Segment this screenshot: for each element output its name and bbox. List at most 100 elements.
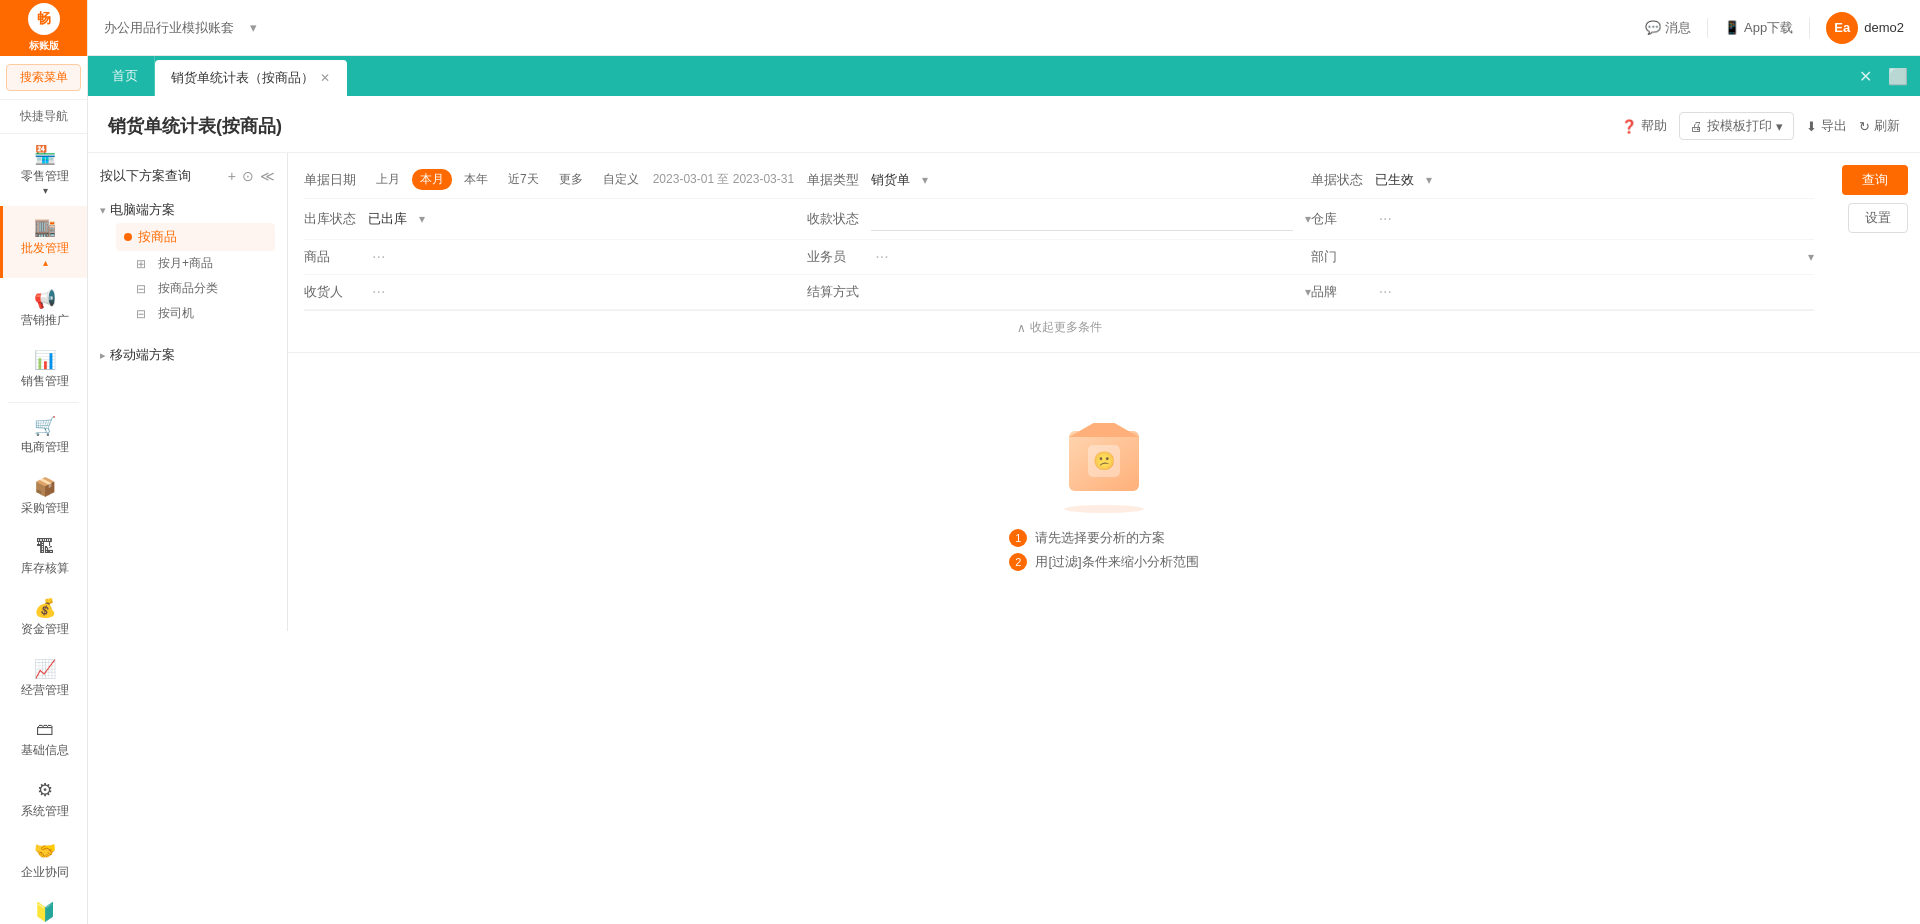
step-1-text: 请先选择要分析的方案	[1035, 529, 1165, 547]
sidebar-item-marketing[interactable]: 📢 营销推广	[0, 278, 87, 339]
app-download-button[interactable]: 📱 App下载	[1724, 19, 1793, 37]
scheme-item-by-product[interactable]: 按商品	[116, 223, 275, 251]
query-actions: 查询 设置	[1830, 153, 1920, 352]
list-icon: ⊟	[136, 282, 152, 296]
outstatus-label: 出库状态	[304, 210, 360, 228]
brand-label: 品牌	[1311, 283, 1367, 301]
outstatus-value: 已出库	[368, 210, 407, 228]
sidebar-item-finance[interactable]: 💰 资金管理	[0, 587, 87, 648]
salesperson-more-icon[interactable]: ···	[871, 248, 892, 266]
sidebar-item-enterprise[interactable]: 🤝 企业协同	[0, 830, 87, 891]
nav-divider	[8, 402, 79, 403]
doctype-filter-label: 单据类型	[807, 171, 863, 189]
scheme-item-by-category[interactable]: ⊟ 按商品分类	[116, 276, 275, 301]
help-button[interactable]: ❓ 帮助	[1621, 117, 1667, 135]
home-label: 首页	[112, 67, 138, 85]
sidebar-item-operations[interactable]: 📈 经营管理	[0, 648, 87, 709]
doctype-dropdown-icon[interactable]: ▾	[922, 173, 928, 187]
sidebar-item-system-label: 系统管理	[21, 803, 69, 820]
tab-close-icon[interactable]: ✕	[320, 71, 330, 85]
empty-state: 😕 1	[288, 353, 1920, 631]
docstatus-dropdown-icon[interactable]: ▾	[1426, 173, 1432, 187]
date-filter: 上月 本月 本年 近7天 更多 自定义 2023-03-01 至 2023-03…	[368, 169, 807, 190]
enterprise-icon: 🤝	[34, 840, 56, 862]
search-menu-section: 搜索菜单	[0, 56, 87, 100]
this-year-btn[interactable]: 本年	[456, 169, 496, 190]
search-menu-button[interactable]: 搜索菜单	[6, 64, 81, 91]
user-avatar: Ea	[1826, 12, 1858, 44]
department-dropdown-icon[interactable]: ▾	[1808, 250, 1814, 264]
print-button[interactable]: 🖨 按模板打印 ▾	[1679, 112, 1794, 140]
sidebar-item-purchase-label: 采购管理	[21, 500, 69, 517]
brand-more-icon[interactable]: ···	[1375, 283, 1396, 301]
settings-button[interactable]: 设置	[1848, 203, 1908, 233]
warehouse-more-icon[interactable]: ···	[1375, 210, 1396, 228]
mobile-scheme-category: ▸ 移动端方案	[88, 338, 287, 372]
system-icon: ⚙	[37, 779, 53, 801]
operations-icon: 📈	[34, 658, 56, 680]
topbar-dropdown-icon[interactable]: ▾	[250, 20, 257, 35]
message-icon: 💬	[1645, 20, 1661, 35]
sidebar-nav: 🏪 零售管理 ▾ 🏬 批发管理 ▴ 📢 营销推广 📊 销售管理 🛒 电商管理 📦…	[0, 134, 87, 924]
more-btn[interactable]: 更多	[551, 169, 591, 190]
ecommerce-icon: 🛒	[34, 415, 56, 437]
sidebar-item-retail-label: 零售管理	[21, 168, 69, 185]
last-7-days-btn[interactable]: 近7天	[500, 169, 547, 190]
desktop-scheme-header[interactable]: ▾ 电脑端方案	[100, 197, 275, 223]
scheme-collapse-icon[interactable]: ≪	[260, 168, 275, 184]
scheme-item-by-month-product[interactable]: ⊞ 按月+商品	[116, 251, 275, 276]
last-month-btn[interactable]: 上月	[368, 169, 408, 190]
filter-doctype-cell: 单据类型 销货单 ▾	[807, 171, 1310, 189]
sidebar: 畅 标账版 搜索菜单 快捷导航 🏪 零售管理 ▾ 🏬 批发管理 ▴ 📢 营销推广…	[0, 0, 88, 924]
sidebar-item-wholesale-label: 批发管理	[21, 240, 69, 257]
sidebar-item-guide[interactable]: 🔰 新手引导	[0, 891, 87, 924]
sidebar-item-inventory[interactable]: 🏗 库存核算	[0, 527, 87, 587]
message-button[interactable]: 💬 消息	[1645, 19, 1691, 37]
collapse-label: 收起更多条件	[1030, 319, 1102, 336]
tab-stats[interactable]: 销货单统计表（按商品） ✕	[155, 60, 347, 96]
scheme-by-product-label: 按商品	[138, 228, 177, 246]
product-more-icon[interactable]: ···	[368, 248, 389, 266]
sidebar-item-system[interactable]: ⚙ 系统管理	[0, 769, 87, 830]
filter-section: 单据日期 上月 本月 本年 近7天 更多 自定义	[288, 153, 1920, 353]
print-dropdown-arrow[interactable]: ▾	[1776, 119, 1783, 134]
sidebar-item-basic[interactable]: 🗃 基础信息	[0, 709, 87, 769]
desktop-scheme-items: 按商品 ⊞ 按月+商品 ⊟ 按商品分类 ⊟	[100, 223, 275, 326]
tab-close-window-button[interactable]: ✕	[1855, 63, 1876, 90]
collapse-bar[interactable]: ∧ 收起更多条件	[304, 310, 1814, 344]
scheme-add-icon[interactable]: +	[228, 168, 236, 184]
custom-btn[interactable]: 自定义	[595, 169, 647, 190]
sidebar-item-wholesale[interactable]: 🏬 批发管理 ▴	[0, 206, 87, 278]
receiptstatus-input[interactable]	[871, 207, 1292, 231]
tab-maximize-button[interactable]: ⬜	[1884, 63, 1912, 90]
app-logo: 畅 标账版	[0, 0, 87, 56]
query-button[interactable]: 查询	[1842, 165, 1908, 195]
refresh-button[interactable]: ↻ 刷新	[1859, 117, 1900, 135]
this-month-btn[interactable]: 本月	[412, 169, 452, 190]
receiver-more-icon[interactable]: ···	[368, 283, 389, 301]
purchase-icon: 📦	[34, 476, 56, 498]
mobile-scheme-header[interactable]: ▸ 移动端方案	[100, 342, 275, 368]
scheme-edit-icon[interactable]: ⊙	[242, 168, 254, 184]
sidebar-item-ecommerce[interactable]: 🛒 电商管理	[0, 405, 87, 466]
export-button[interactable]: ⬇ 导出	[1806, 117, 1847, 135]
date-range-value: 2023-03-01 至 2023-03-31	[653, 171, 794, 188]
scheme-item-by-cashier[interactable]: ⊟ 按司机	[116, 301, 275, 326]
date-quick-buttons: 上月 本月 本年 近7天 更多 自定义	[368, 169, 647, 190]
quick-nav-item[interactable]: 快捷导航	[0, 100, 87, 134]
page-title: 销货单统计表(按商品)	[108, 114, 282, 138]
guide-icon: 🔰	[34, 901, 56, 923]
sidebar-item-ecommerce-label: 电商管理	[21, 439, 69, 456]
page-header: 销货单统计表(按商品) ❓ 帮助 🖨 按模板打印 ▾ ⬇ 导出	[88, 96, 1920, 153]
chevron-up-icon: ▴	[43, 257, 48, 268]
tab-home[interactable]: 首页	[96, 56, 155, 96]
sidebar-item-sales[interactable]: 📊 销售管理	[0, 339, 87, 400]
sidebar-item-purchase[interactable]: 📦 采购管理	[0, 466, 87, 527]
inventory-icon: 🏗	[36, 537, 54, 558]
empty-step-2: 2 用[过滤]条件来缩小分析范围	[1009, 553, 1198, 571]
user-menu[interactable]: Ea demo2	[1826, 12, 1904, 44]
divider	[1707, 18, 1708, 38]
outstatus-dropdown-icon[interactable]: ▾	[419, 212, 425, 226]
step-2-text: 用[过滤]条件来缩小分析范围	[1035, 553, 1198, 571]
sidebar-item-retail[interactable]: 🏪 零售管理 ▾	[0, 134, 87, 206]
